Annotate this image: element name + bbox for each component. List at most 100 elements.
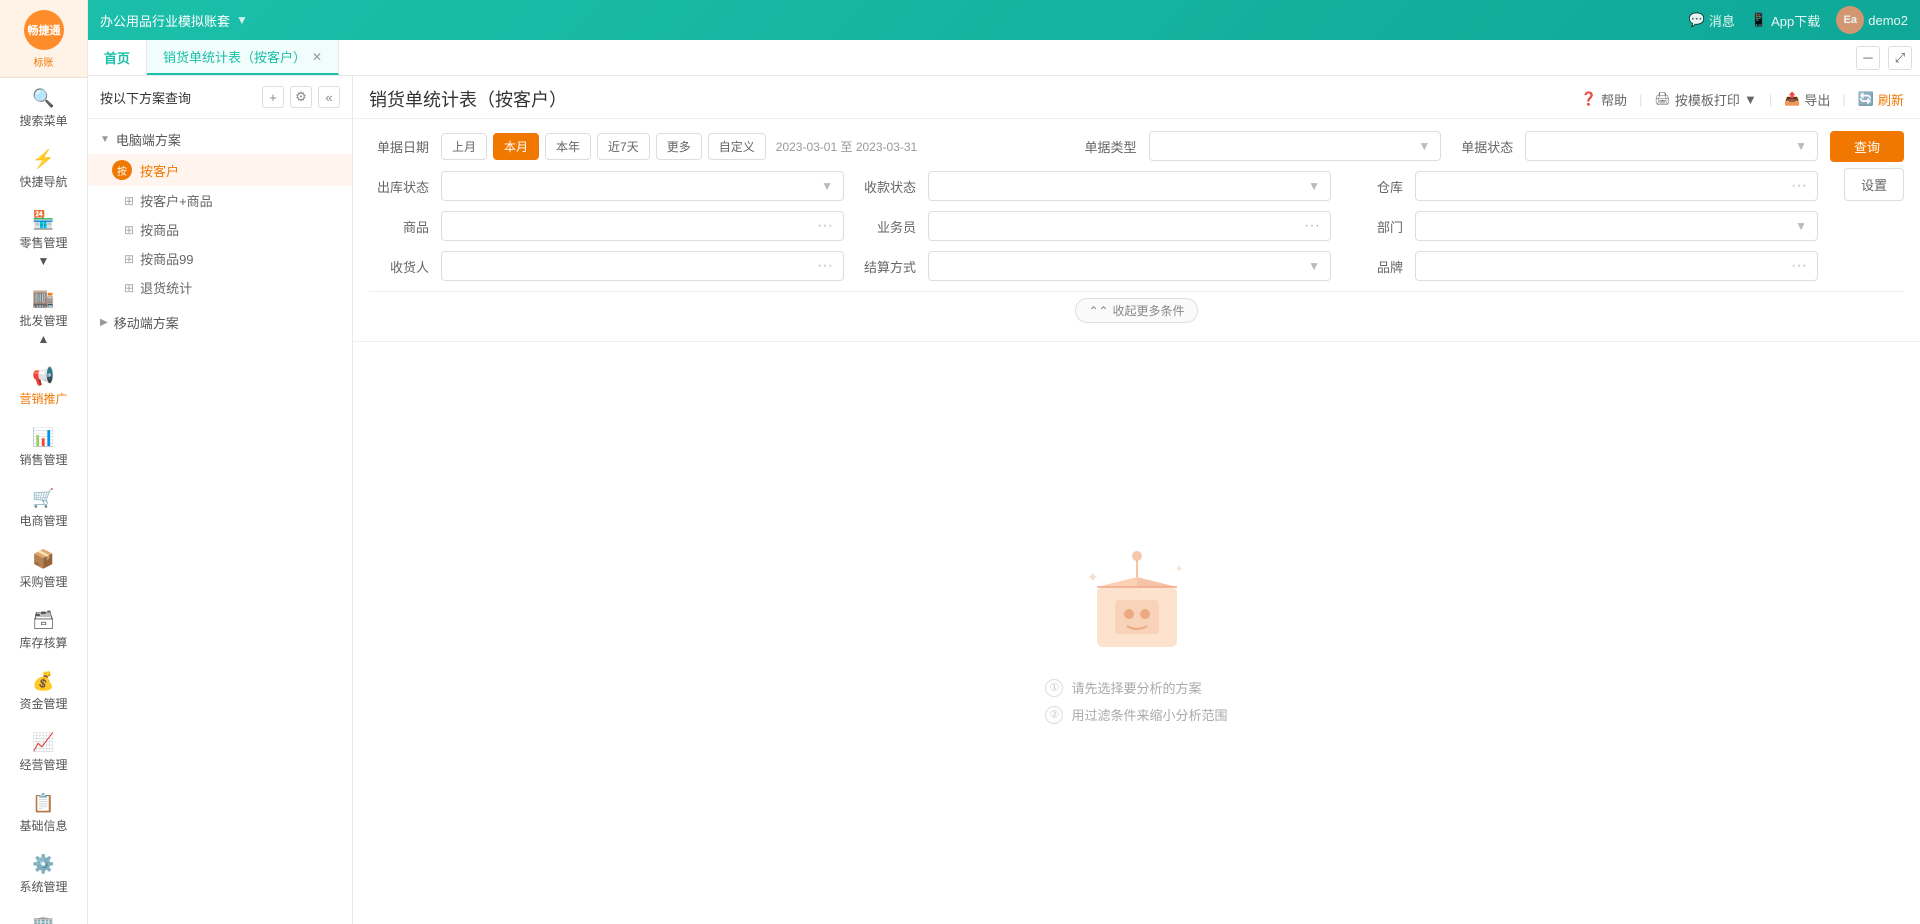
- sidebar-item-quicknav-label: 快捷导航: [19, 173, 67, 190]
- scheme-by-product-99[interactable]: ⊞ 按商品99: [88, 244, 352, 273]
- add-scheme-btn[interactable]: +: [262, 86, 284, 108]
- left-panel-header: 按以下方案查询 + ⚙ «: [88, 76, 352, 119]
- sidebar-item-operations[interactable]: 📈 经营管理: [0, 722, 87, 783]
- tab-minimize-btn[interactable]: －: [1856, 46, 1880, 70]
- sidebar-item-search[interactable]: 🔍 搜索菜单: [0, 78, 87, 139]
- collapse-more-btn[interactable]: ⌃⌃ 收起更多条件: [1075, 298, 1197, 323]
- date-range-display: 2023-03-01 至 2023-03-31: [776, 138, 917, 155]
- refresh-btn[interactable]: 🔄 刷新: [1858, 90, 1904, 109]
- recipient-label: 收货人: [369, 257, 429, 276]
- sidebar-item-wholesale[interactable]: 🏬 批发管理 ▲: [0, 278, 87, 356]
- receipt-status-select[interactable]: ▼: [928, 171, 1331, 201]
- sidebar-item-ecommerce[interactable]: 🛒 电商管理: [0, 478, 87, 539]
- date-btn-last-month[interactable]: 上月: [441, 133, 487, 160]
- doc-type-arrow: ▼: [1418, 139, 1430, 153]
- date-btn-custom[interactable]: 自定义: [708, 133, 766, 160]
- department-arrow: ▼: [1795, 219, 1807, 233]
- help-btn[interactable]: ❓ 帮助: [1581, 90, 1627, 109]
- sidebar-item-purchase[interactable]: 📦 采购管理: [0, 539, 87, 600]
- action-divider-2: |: [1769, 92, 1772, 107]
- topbar-appdownload-btn[interactable]: 📱 App下载: [1751, 11, 1820, 30]
- scheme-return-stats[interactable]: ⊞ 退货统计: [88, 273, 352, 302]
- topbar-appdownload-label: App下载: [1771, 11, 1820, 30]
- sidebar-item-quicknav[interactable]: ⚡ 快捷导航: [0, 139, 87, 200]
- product-select[interactable]: ···: [441, 211, 844, 241]
- topbar-user[interactable]: Ea demo2: [1836, 6, 1908, 34]
- by-product-99-label: 按商品99: [140, 249, 193, 268]
- sidebar-logo: 畅捷通 标账: [0, 0, 87, 78]
- date-filter: 上月 本月 本年 近7天 更多 自定义 2023-03-01 至 2023-03…: [441, 133, 917, 160]
- topbar-dropdown-icon[interactable]: ▼: [236, 13, 248, 27]
- date-btn-more[interactable]: 更多: [656, 133, 702, 160]
- sidebar-item-retail[interactable]: 🏪 零售管理 ▼: [0, 200, 87, 278]
- empty-state: ✦ ✦ ① 请先选择要分析的方案 ② 用过滤条件来缩小分析范围: [353, 342, 1920, 924]
- desktop-section-header[interactable]: ▼ 电脑端方案: [88, 125, 352, 154]
- system-icon: ⚙️: [32, 854, 54, 875]
- collapse-icon: «: [325, 90, 332, 105]
- tab-sales-stats[interactable]: 销货单统计表（按客户） ✕: [147, 40, 339, 75]
- refresh-label: 刷新: [1878, 90, 1904, 109]
- svg-text:✦: ✦: [1175, 564, 1183, 575]
- message-icon: 💬: [1689, 12, 1705, 28]
- wholesale-expand-icon: ▲: [38, 332, 50, 346]
- finance-icon: 💰: [32, 671, 54, 692]
- basic-icon: 📋: [32, 793, 54, 814]
- empty-illustration: ✦ ✦: [1067, 542, 1207, 662]
- sidebar-item-basic-label: 基础信息: [19, 817, 67, 834]
- right-panel: 销货单统计表（按客户） ❓ 帮助 | 🖨 按模板打印 ▼ | 📤: [353, 76, 1920, 924]
- empty-hint-1: ① 请先选择要分析的方案: [1045, 678, 1227, 697]
- mobile-section-header[interactable]: ▶ 移动端方案: [88, 308, 352, 337]
- salesperson-select[interactable]: ···: [928, 211, 1331, 241]
- doc-status-select[interactable]: ▼: [1525, 131, 1818, 161]
- date-btn-current-month[interactable]: 本月: [493, 133, 539, 160]
- filter-row-status: 出库状态 ▼ 收款状态 ▼ 仓库: [369, 171, 1818, 201]
- tabbar: 首页 销货单统计表（按客户） ✕ － ⤢: [88, 40, 1920, 76]
- retail-icon: 🏪: [32, 210, 54, 231]
- sidebar-item-inventory[interactable]: 🗃 库存核算: [0, 600, 87, 661]
- settlement-select[interactable]: ▼: [928, 251, 1331, 281]
- sidebar-item-marketing[interactable]: 📢 营销推广: [0, 356, 87, 417]
- sidebar-item-finance[interactable]: 💰 资金管理: [0, 661, 87, 722]
- export-btn[interactable]: 📤 导出: [1784, 90, 1830, 109]
- mobile-section-label: 移动端方案: [114, 313, 179, 332]
- scheme-by-customer[interactable]: 按 按客户: [88, 154, 352, 186]
- by-customer-product-label: 按客户+商品: [140, 191, 213, 210]
- date-btn-last-7-days[interactable]: 近7天: [597, 133, 650, 160]
- scheme-settings-btn[interactable]: ⚙: [290, 86, 312, 108]
- tab-home-label: 首页: [104, 48, 130, 67]
- desktop-section-label: 电脑端方案: [116, 130, 181, 149]
- settings-btn[interactable]: 设置: [1844, 168, 1904, 201]
- tab-close-icon[interactable]: ✕: [312, 50, 322, 64]
- sidebar-item-sales[interactable]: 📊 销售管理: [0, 417, 87, 478]
- sidebar-item-system[interactable]: ⚙️ 系统管理: [0, 844, 87, 905]
- desktop-section: ▼ 电脑端方案 按 按客户 ⊞ 按客户+商品 ⊞ 按商品: [88, 119, 352, 308]
- salesperson-dots: ···: [1304, 217, 1320, 235]
- topbar-message-btn[interactable]: 💬 消息: [1689, 11, 1735, 30]
- query-btn[interactable]: 查询: [1830, 131, 1904, 162]
- page-actions: ❓ 帮助 | 🖨 按模板打印 ▼ | 📤 导出 |: [1581, 90, 1904, 109]
- doc-type-select[interactable]: ▼: [1149, 131, 1442, 161]
- scheme-collapse-btn[interactable]: «: [318, 86, 340, 108]
- operations-icon: 📈: [32, 732, 54, 753]
- brand-select[interactable]: ···: [1415, 251, 1818, 281]
- delivery-status-select[interactable]: ▼: [441, 171, 844, 201]
- tab-home[interactable]: 首页: [88, 40, 147, 75]
- department-select[interactable]: ▼: [1415, 211, 1818, 241]
- recipient-dots: ···: [817, 257, 833, 275]
- tab-maximize-btn[interactable]: ⤢: [1888, 46, 1912, 70]
- sidebar-item-basic[interactable]: 📋 基础信息: [0, 783, 87, 844]
- return-stats-icon: ⊞: [124, 281, 134, 295]
- department-label: 部门: [1343, 217, 1403, 236]
- sidebar-item-purchase-label: 采购管理: [19, 573, 67, 590]
- date-btn-current-year[interactable]: 本年: [545, 133, 591, 160]
- date-label: 单据日期: [369, 137, 429, 156]
- scheme-by-customer-product[interactable]: ⊞ 按客户+商品: [88, 186, 352, 215]
- download-icon: 📱: [1751, 12, 1767, 28]
- by-product-99-icon: ⊞: [124, 252, 134, 266]
- scheme-by-product[interactable]: ⊞ 按商品: [88, 215, 352, 244]
- topbar-left: 办公用品行业模拟账套 ▼: [100, 11, 248, 30]
- sidebar-item-enterprise[interactable]: 🏢 企业协同: [0, 905, 87, 924]
- warehouse-select[interactable]: ···: [1415, 171, 1818, 201]
- recipient-select[interactable]: ···: [441, 251, 844, 281]
- template-print-btn[interactable]: 🖨 按模板打印 ▼: [1654, 90, 1756, 109]
